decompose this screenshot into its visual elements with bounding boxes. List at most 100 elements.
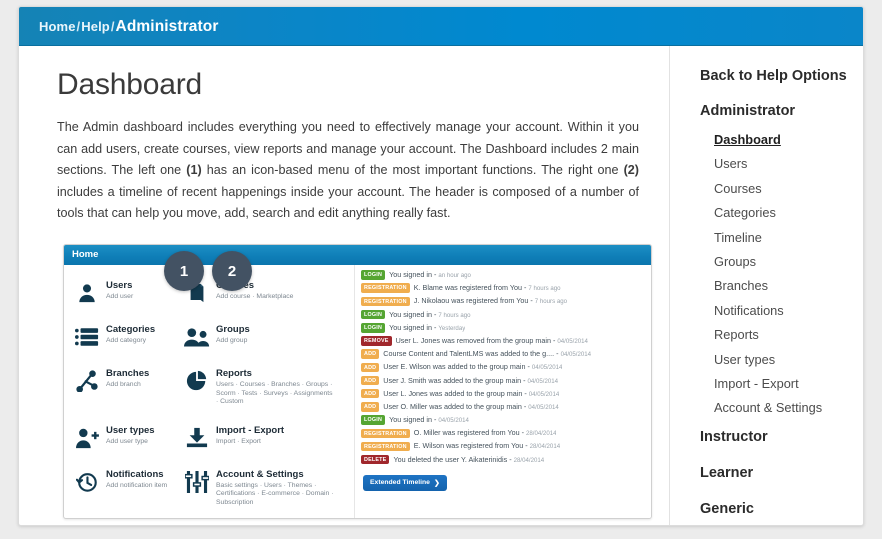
timeline-row[interactable]: ADD User E. Wilson was added to the group… <box>361 362 645 373</box>
timeline-row[interactable]: REGISTRATION O. Miller was registered fro… <box>361 428 645 438</box>
breadcrumb-current: Administrator <box>115 18 219 35</box>
sidebar-item-timeline[interactable]: Timeline <box>714 230 863 245</box>
intro-text-2: has an icon-based menu of the most impor… <box>201 163 624 177</box>
sidebar-item-import-export[interactable]: Import - Export <box>714 376 863 391</box>
timeline-tag-add: ADD <box>361 349 380 359</box>
timeline-row[interactable]: REMOVE User L. Jones was removed from the… <box>361 336 645 346</box>
timeline-list: LOGIN You signed in - an hour ago REGISTRA… <box>361 270 645 465</box>
timeline-date: 04/05/2014 <box>528 390 560 398</box>
menu-item-subtitle: Add user type <box>106 437 148 445</box>
menu-item-subtitle: Add course · Marketplace <box>216 293 294 300</box>
timeline-message: You signed in <box>389 415 432 425</box>
menu-item-user-types[interactable]: User types Add user type <box>74 424 184 451</box>
timeline-message: K. Blame was registered from You <box>413 283 522 293</box>
timeline-row[interactable]: REGISTRATION E. Wilson was registered fro… <box>361 441 645 452</box>
timeline-row[interactable]: ADD User J. Smith was added to the group … <box>361 376 645 386</box>
sidebar-item-account-settings[interactable]: Account & Settings <box>714 400 863 415</box>
timeline-message: User L. Jones was added to the group mai… <box>383 388 523 398</box>
sidebar-item-dashboard[interactable]: Dashboard <box>714 132 863 147</box>
menu-item-import-export[interactable]: Import - Export Import · Export <box>184 424 354 451</box>
sidebar-item-reports[interactable]: Reports <box>714 327 863 342</box>
top-header-bar: Home/Help/Administrator <box>19 7 863 46</box>
menu-item-text: Branches Add branch <box>106 367 149 390</box>
extended-timeline-label: Extended Timeline <box>370 479 430 487</box>
menu-item-title: User types <box>106 424 155 436</box>
timeline-row[interactable]: REGISTRATION J. Nikolaou was registered f… <box>361 296 645 307</box>
menu-item-notifications[interactable]: Notifications Add notification item <box>74 468 184 508</box>
timeline-date: 7 hours ago <box>438 311 471 319</box>
timeline-text: User L. Jones was added to the group mai… <box>383 388 560 398</box>
menu-item-title: Reports <box>216 368 252 379</box>
timeline-text: You signed in - 04/05/2014 <box>389 415 469 425</box>
timeline-message: User O. Miller was added to the group ma… <box>383 401 522 411</box>
menu-item-reports[interactable]: Reports Users · Courses · Branches · Grou… <box>184 367 354 407</box>
timeline-text: O. Miller was registered from You - 28/0… <box>413 428 557 438</box>
timeline-date: 04/05/2014 <box>528 403 559 411</box>
timeline-date: 28/04/2014 <box>525 430 557 438</box>
timeline-tag-remove: REMOVE <box>361 336 392 346</box>
timeline-tag-login: LOGIN <box>361 323 386 333</box>
intro-marker-1: (1) <box>186 163 202 177</box>
timeline-date: 28/04/2014 <box>529 443 561 451</box>
timeline-row[interactable]: REGISTRATION K. Blame was registered from… <box>361 283 645 293</box>
menu-item-subtitle: Add branch <box>106 381 141 388</box>
sidebar-group-learner[interactable]: Learner <box>700 465 863 481</box>
timeline-row[interactable]: LOGIN You signed in - 7 hours ago <box>361 310 645 320</box>
menu-item-categories[interactable]: Categories Add category <box>74 323 184 350</box>
timeline-row[interactable]: ADD User O. Miller was added to the group… <box>361 402 645 412</box>
sidebar-item-courses[interactable]: Courses <box>714 181 863 196</box>
menu-item-subtitle: Add category <box>106 337 147 344</box>
timeline-row[interactable]: LOGIN You signed in - Yesterday <box>361 323 645 333</box>
extended-timeline-button[interactable]: Extended Timeline ❯ <box>363 474 447 491</box>
sidebar-group-generic[interactable]: Generic <box>700 501 863 517</box>
clock-history-icon <box>74 469 100 495</box>
sidebar-item-branches[interactable]: Branches <box>714 278 863 293</box>
timeline-row[interactable]: LOGIN You signed in - an hour ago <box>361 270 645 280</box>
menu-item-subtitle: Add group <box>216 337 248 344</box>
sidebar-item-groups[interactable]: Groups <box>714 254 863 269</box>
menu-item-subtitle: Basic settings · Users · Themes · Certif… <box>216 481 334 506</box>
timeline-row[interactable]: ADD User L. Jones was added to the group … <box>361 389 645 399</box>
group-icon <box>184 324 210 350</box>
breadcrumb-help[interactable]: Help <box>81 19 110 34</box>
screenshot-home-tab: Home <box>72 249 99 260</box>
timeline-tag-registration: REGISTRATION <box>361 296 410 307</box>
timeline-text: User L. Jones was removed from the group… <box>395 335 588 345</box>
menu-item-account-settings[interactable]: Account & Settings Basic settings · Users… <box>184 468 354 508</box>
callout-badge-1: 1 <box>164 251 204 291</box>
body-area: Dashboard The Admin dashboard includes e… <box>19 46 863 525</box>
menu-item-subtitle: Import · Export <box>216 437 261 445</box>
menu-item-title: Groups <box>216 324 250 335</box>
sliders-icon <box>184 469 210 495</box>
timeline-row[interactable]: DELETE You deleted the user Y. Aikaterini… <box>361 455 645 465</box>
menu-item-courses[interactable]: CoursesAdd course · Marketplace <box>184 279 354 306</box>
timeline-tag-registration: REGISTRATION <box>361 283 410 293</box>
timeline-date: 04/05/2014 <box>531 364 563 372</box>
sidebar-item-users[interactable]: Users <box>714 156 863 171</box>
sidebar-back-to-help-options[interactable]: Back to Help Options <box>700 68 863 84</box>
timeline-tag-login: LOGIN <box>361 270 386 280</box>
timeline-date: 7 hours ago <box>528 285 561 293</box>
menu-item-groups[interactable]: Groups Add group <box>184 323 354 350</box>
timeline-text: K. Blame was registered from You - 7 hou… <box>413 283 561 293</box>
breadcrumb-home[interactable]: Home <box>39 19 76 34</box>
menu-item-branches[interactable]: Branches Add branch <box>74 367 184 407</box>
branch-icon <box>74 368 100 394</box>
sidebar-item-user-types[interactable]: User types <box>714 352 863 367</box>
sidebar-item-notifications[interactable]: Notifications <box>714 303 863 318</box>
sidebar-group-administrator: Administrator <box>700 103 796 119</box>
main-content: Dashboard The Admin dashboard includes e… <box>19 46 669 525</box>
menu-item-text: Reports Users · Courses · Branches · Grou… <box>216 367 336 407</box>
timeline-date: 04/05/2014 <box>527 377 559 385</box>
timeline-message: O. Miller was registered from You <box>413 428 520 438</box>
timeline-text: You signed in - an hour ago <box>389 270 471 279</box>
user-icon <box>74 280 100 306</box>
timeline-text: User J. Smith was added to the group mai… <box>383 375 559 385</box>
chevron-right-icon: ❯ <box>433 479 440 487</box>
sidebar-item-categories[interactable]: Categories <box>714 205 863 220</box>
sidebar-group-instructor[interactable]: Instructor <box>700 429 863 445</box>
timeline-text: You deleted the user Y. Aikaterinidis - … <box>393 454 545 464</box>
timeline-row[interactable]: ADD Course Content and TalentLMS was adde… <box>361 349 645 359</box>
timeline-row[interactable]: LOGIN You signed in - 04/05/2014 <box>361 415 645 425</box>
timeline-date: an hour ago <box>438 272 471 279</box>
